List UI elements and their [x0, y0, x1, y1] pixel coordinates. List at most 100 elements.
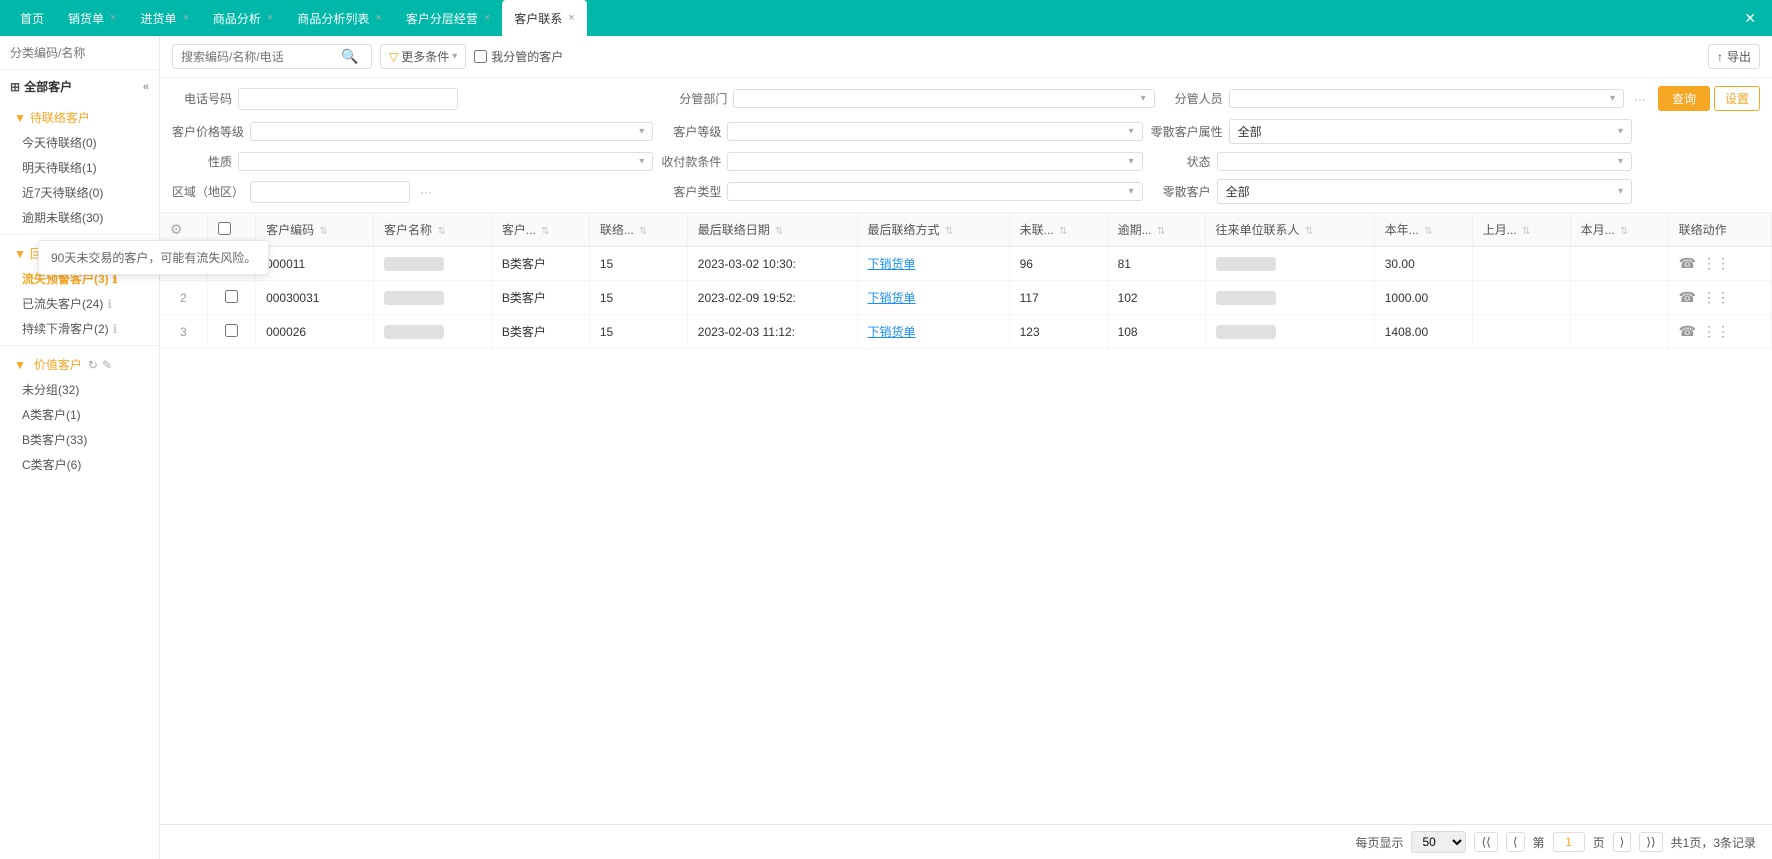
- tab-product-analysis-close[interactable]: ×: [267, 12, 273, 24]
- person-more[interactable]: ···: [1630, 92, 1650, 106]
- row-2-method-link[interactable]: 下销货单: [868, 291, 916, 305]
- sidebar-item-today-pending[interactable]: 今天待联络(0): [0, 130, 159, 155]
- row-3-checkbox[interactable]: [225, 324, 238, 337]
- th-not-contacted[interactable]: 未联... ⇅: [1009, 213, 1107, 247]
- sidebar-item-class-b[interactable]: B类客户(33): [0, 427, 159, 452]
- sidebar-group-pending-contact[interactable]: ▼ 待联络客户: [0, 103, 159, 130]
- page-input[interactable]: [1553, 832, 1585, 852]
- row-3-more-icon[interactable]: ⋮⋮: [1702, 323, 1730, 340]
- row-2-more-icon[interactable]: ⋮⋮: [1702, 289, 1730, 306]
- triangle-icon-2: ▼: [14, 247, 26, 261]
- person-select[interactable]: ▾: [1229, 89, 1624, 108]
- page-size-select[interactable]: 50 100 200: [1411, 831, 1466, 853]
- row-3-contact-icon[interactable]: ☎: [1679, 323, 1696, 340]
- filter-cell-customer-level: 客户等级 ▾: [661, 122, 1142, 141]
- price-level-select[interactable]: ▾: [250, 122, 653, 141]
- tab-customer-contact[interactable]: 客户联系 ×: [502, 0, 586, 36]
- chevron-type: ▾: [1129, 186, 1134, 197]
- filter-bar: 🔍 ▽ 更多条件 ▾ 我分管的客户 ↑ 导出: [160, 36, 1772, 78]
- row-2-checkbox[interactable]: [225, 290, 238, 303]
- export-button[interactable]: ↑ 导出: [1708, 44, 1760, 69]
- gear-icon[interactable]: ⚙: [170, 221, 183, 237]
- tab-home[interactable]: 首页: [8, 0, 56, 36]
- row-3-code: 000026: [256, 315, 374, 349]
- region-more[interactable]: ···: [416, 185, 436, 199]
- row-2-contact-icon[interactable]: ☎: [1679, 289, 1696, 306]
- sidebar-item-overdue-contact[interactable]: 逾期未联络(30): [0, 205, 159, 230]
- th-code[interactable]: 客户编码 ⇅: [256, 213, 374, 247]
- status-select[interactable]: ▾: [1217, 152, 1632, 171]
- chevron-payment: ▾: [1129, 156, 1134, 167]
- tab-sales-order[interactable]: 销货单 ×: [56, 0, 128, 36]
- payment-select[interactable]: ▾: [727, 152, 1142, 171]
- advanced-filter-panel: 电话号码 分管部门 ▾ 分管人员 ▾ ···: [160, 78, 1772, 213]
- th-name[interactable]: 客户名称 ⇅: [373, 213, 491, 247]
- row-1-more-icon[interactable]: ⋮⋮: [1702, 255, 1730, 272]
- zero-customer-label: 零散客户: [1151, 183, 1211, 200]
- nature-select[interactable]: ▾: [238, 152, 653, 171]
- th-overdue[interactable]: 逾期... ⇅: [1107, 213, 1205, 247]
- row-1-method-link[interactable]: 下销货单: [868, 257, 916, 271]
- row-3-action-icons: ☎ ⋮⋮: [1679, 323, 1761, 340]
- th-contact[interactable]: 联络... ⇅: [589, 213, 687, 247]
- sidebar-item-declining[interactable]: 持续下滑客户(2) ℹ: [0, 316, 159, 341]
- sidebar-item-class-a[interactable]: A类客户(1): [0, 402, 159, 427]
- th-last-month[interactable]: 上月... ⇅: [1472, 213, 1570, 247]
- query-button[interactable]: 查询: [1658, 86, 1710, 111]
- collapse-icon[interactable]: «: [143, 81, 149, 93]
- th-type[interactable]: 客户... ⇅: [491, 213, 589, 247]
- customer-type-label: 客户类型: [661, 183, 721, 200]
- dept-select[interactable]: ▾: [733, 89, 1154, 108]
- page-prev-btn[interactable]: ⟨: [1506, 832, 1525, 852]
- page-last-btn[interactable]: ⟩⟩: [1639, 832, 1662, 852]
- more-conditions-button[interactable]: ▽ 更多条件 ▾: [380, 44, 466, 69]
- sort-lm-icon: ⇅: [1522, 226, 1530, 237]
- row-3-this-year: 1408.00: [1374, 315, 1472, 349]
- sidebar-search-input[interactable]: [10, 46, 160, 60]
- row-1-contact-icon[interactable]: ☎: [1679, 255, 1696, 272]
- tab-sales-order-close[interactable]: ×: [110, 12, 116, 24]
- sidebar-item-churned[interactable]: 已流失客户(24) ℹ: [0, 291, 159, 316]
- chevron-dept: ▾: [1141, 93, 1146, 104]
- tab-product-analysis[interactable]: 商品分析 ×: [201, 0, 285, 36]
- tab-customer-contact-label: 客户联系: [514, 10, 562, 27]
- page-next-btn[interactable]: ⟩: [1613, 832, 1632, 852]
- tab-product-analysis-list-close[interactable]: ×: [375, 12, 381, 24]
- sidebar-item-unclassified[interactable]: 未分组(32): [0, 377, 159, 402]
- tab-customer-segment-close[interactable]: ×: [484, 12, 490, 24]
- bottom-bar: 每页显示 50 100 200 ⟨⟨ ⟨ 第 页 ⟩ ⟩⟩ 共1页，3条记录: [160, 824, 1772, 859]
- sidebar-item-week-pending[interactable]: 近7天待联络(0): [0, 180, 159, 205]
- th-this-year[interactable]: 本年... ⇅: [1374, 213, 1472, 247]
- customer-level-select[interactable]: ▾: [727, 122, 1142, 141]
- select-all-checkbox[interactable]: [218, 222, 231, 235]
- tab-customer-segment[interactable]: 客户分层经营 ×: [394, 0, 502, 36]
- search-button[interactable]: 🔍: [341, 48, 358, 65]
- page-first-btn[interactable]: ⟨⟨: [1474, 832, 1497, 852]
- tab-customer-contact-close[interactable]: ×: [568, 12, 574, 24]
- my-customers-check[interactable]: 我分管的客户: [474, 48, 563, 65]
- row-3-method-link[interactable]: 下销货单: [868, 325, 916, 339]
- refresh-icon[interactable]: ↻: [88, 358, 98, 372]
- th-this-month[interactable]: 本月... ⇅: [1570, 213, 1668, 247]
- zero-customer-select[interactable]: 全部 ▾: [1217, 179, 1632, 204]
- customer-type-select[interactable]: ▾: [727, 182, 1142, 201]
- tab-product-analysis-list[interactable]: 商品分析列表 ×: [285, 0, 393, 36]
- window-close-btn[interactable]: ✕: [1736, 10, 1764, 27]
- tab-purchase-order[interactable]: 进货单 ×: [128, 0, 200, 36]
- sort-code-icon: ⇅: [319, 226, 327, 237]
- phone-input[interactable]: [238, 88, 458, 110]
- sidebar-item-tomorrow-pending[interactable]: 明天待联络(1): [0, 155, 159, 180]
- sidebar-group-value[interactable]: ▼ 价值客户 ↻ ✎: [0, 350, 159, 377]
- sidebar-all-customers[interactable]: ⊞ 全部客户 «: [0, 70, 159, 103]
- search-input[interactable]: [181, 50, 341, 64]
- region-input[interactable]: [250, 181, 410, 203]
- tab-purchase-order-close[interactable]: ×: [182, 12, 188, 24]
- settings-button[interactable]: 设置: [1714, 86, 1760, 111]
- th-contact-person[interactable]: 往来单位联系人 ⇅: [1205, 213, 1374, 247]
- th-last-date[interactable]: 最后联络日期 ⇅: [687, 213, 857, 247]
- sidebar-item-class-c[interactable]: C类客户(6): [0, 452, 159, 477]
- edit-icon[interactable]: ✎: [102, 358, 112, 372]
- zero-attr-select[interactable]: 全部 ▾: [1229, 119, 1632, 144]
- th-last-method[interactable]: 最后联络方式 ⇅: [857, 213, 1009, 247]
- my-customers-checkbox[interactable]: [474, 50, 487, 63]
